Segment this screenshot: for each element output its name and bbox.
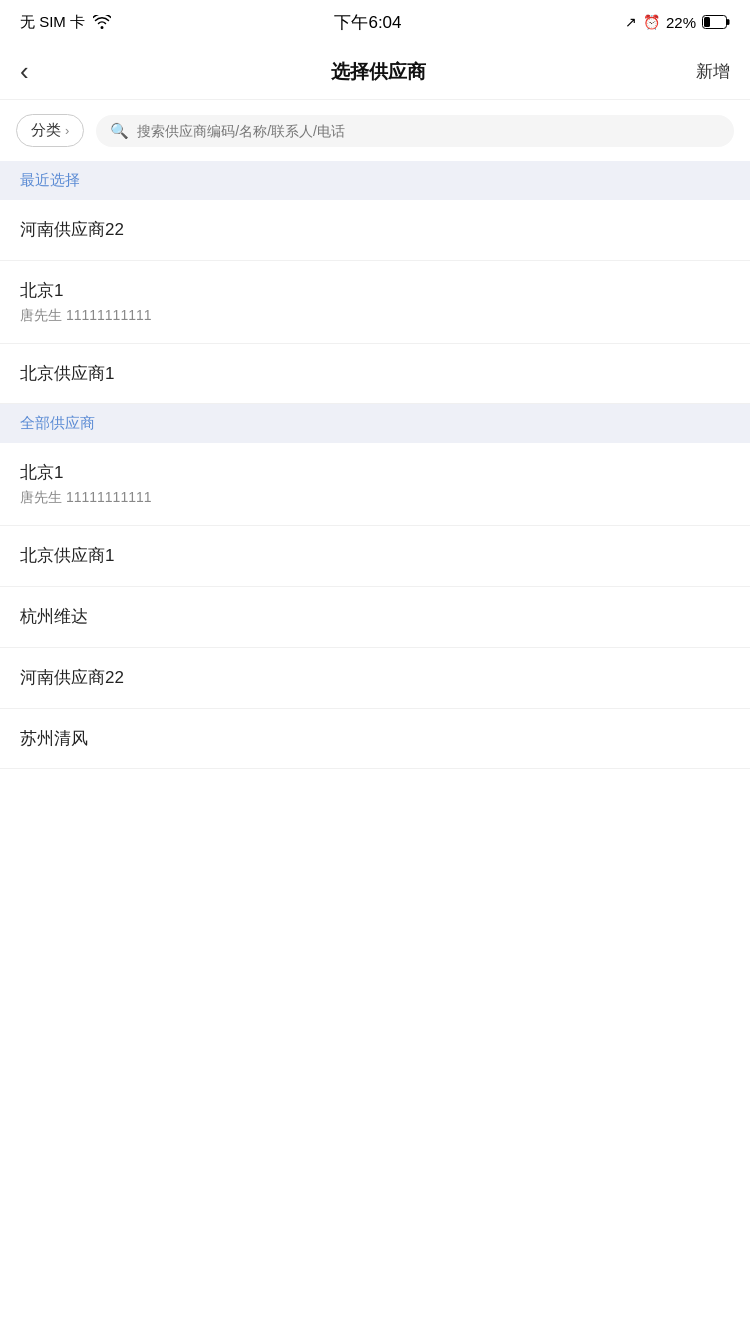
item-name: 北京供应商1 (20, 544, 730, 568)
category-label: 分类 (31, 121, 61, 140)
status-time: 下午6:04 (334, 11, 401, 34)
status-bar: 无 SIM 卡 下午6:04 ↗ ⏰ 22% (0, 0, 750, 44)
search-box: 🔍 (96, 115, 734, 147)
list-item[interactable]: 北京供应商1 (0, 344, 750, 405)
item-name: 北京1 (20, 279, 730, 303)
alarm-icon: ⏰ (643, 14, 660, 30)
recent-items-list: 河南供应商22 北京1 唐先生 11111111111 北京供应商1 (0, 200, 750, 404)
location-icon: ↗ (625, 14, 637, 30)
chevron-right-icon: › (65, 123, 69, 138)
list-item[interactable]: 北京1 唐先生 11111111111 (0, 443, 750, 526)
item-sub: 唐先生 11111111111 (20, 307, 730, 325)
search-input[interactable] (137, 123, 720, 139)
battery-icon (702, 15, 730, 29)
list-item[interactable]: 北京1 唐先生 11111111111 (0, 261, 750, 344)
back-button[interactable]: ‹ (20, 56, 60, 87)
list-item[interactable]: 杭州维达 (0, 587, 750, 648)
filter-bar: 分类 › 🔍 (0, 100, 750, 161)
all-section-header: 全部供应商 (0, 404, 750, 443)
nav-bar: ‹ 选择供应商 新增 (0, 44, 750, 100)
search-icon: 🔍 (110, 122, 129, 140)
item-name: 北京1 (20, 461, 730, 485)
page-title: 选择供应商 (331, 59, 426, 85)
item-sub: 唐先生 11111111111 (20, 489, 730, 507)
status-left: 无 SIM 卡 (20, 13, 111, 32)
battery-label: 22% (666, 14, 696, 31)
item-name: 苏州清风 (20, 727, 730, 751)
item-name: 北京供应商1 (20, 362, 730, 386)
add-button[interactable]: 新增 (696, 60, 730, 83)
all-items-list: 北京1 唐先生 11111111111 北京供应商1 杭州维达河南供应商22 苏州清风 (0, 443, 750, 769)
recent-section-header: 最近选择 (0, 161, 750, 200)
item-name: 杭州维达 (20, 605, 730, 629)
category-button[interactable]: 分类 › (16, 114, 84, 147)
svg-rect-1 (704, 17, 710, 27)
list-item[interactable]: 北京供应商1 (0, 526, 750, 587)
list-item[interactable]: 苏州清风 (0, 709, 750, 770)
wifi-icon (93, 15, 111, 29)
status-right: ↗ ⏰ 22% (625, 14, 730, 31)
svg-rect-2 (726, 19, 729, 25)
item-name: 河南供应商22 (20, 218, 730, 242)
list-item[interactable]: 河南供应商22 (0, 648, 750, 709)
item-name: 河南供应商22 (20, 666, 730, 690)
list-item[interactable]: 河南供应商22 (0, 200, 750, 261)
no-sim-label: 无 SIM 卡 (20, 13, 85, 32)
